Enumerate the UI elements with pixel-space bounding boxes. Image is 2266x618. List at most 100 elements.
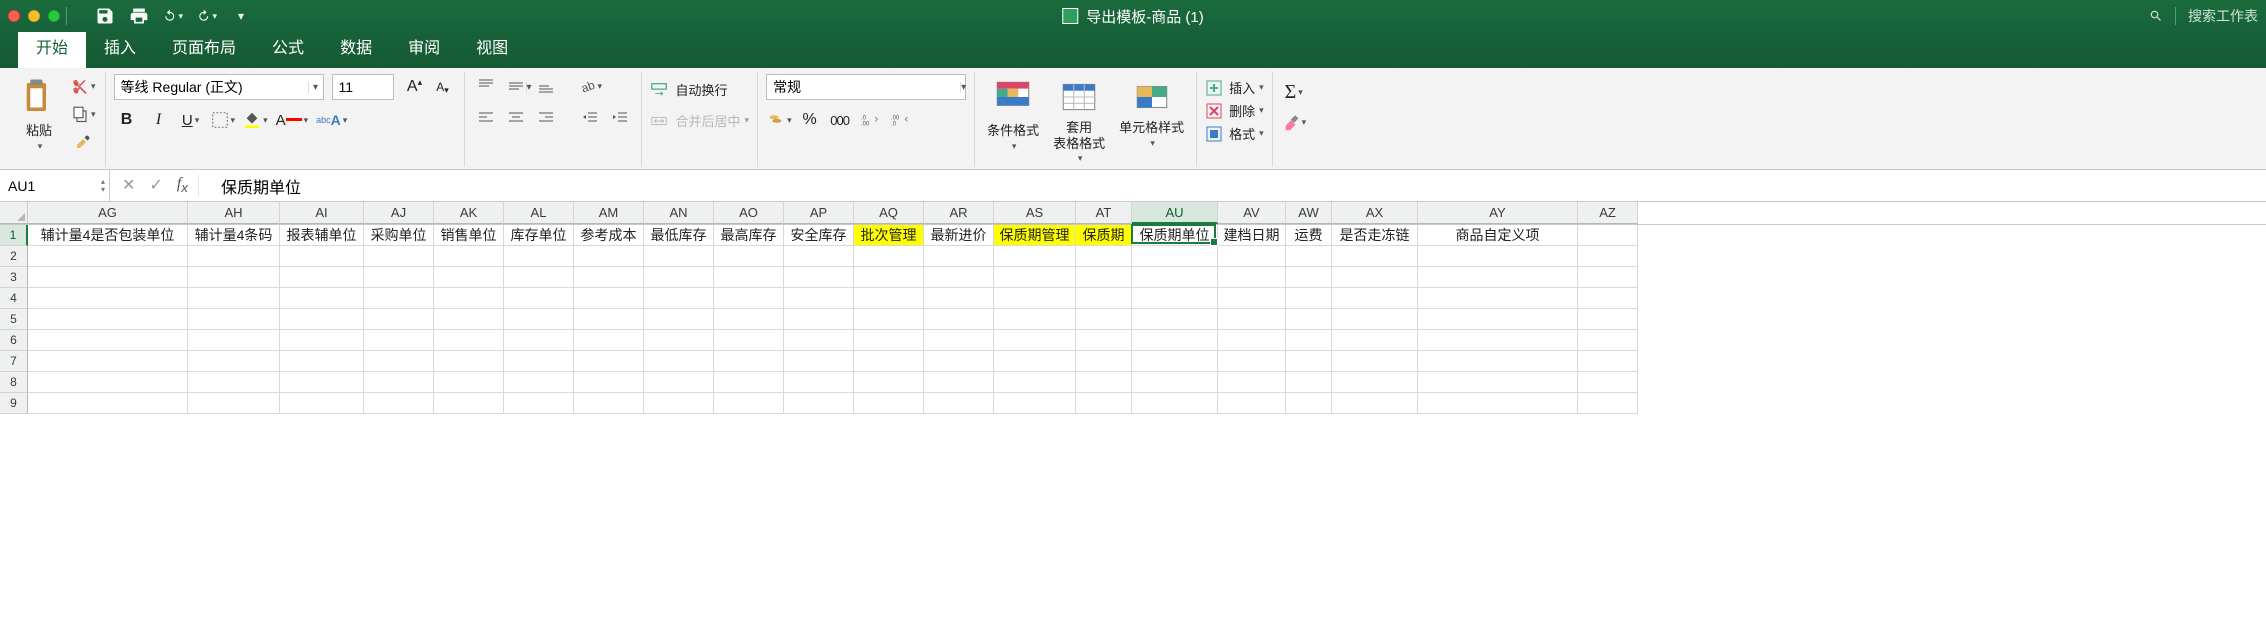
namebox-down[interactable]: ▾ (101, 186, 105, 194)
cell-AU2[interactable] (1132, 246, 1218, 267)
cell-AS1[interactable]: 保质期管理 (994, 225, 1076, 246)
cell-AI1[interactable]: 报表辅单位 (280, 225, 364, 246)
chevron-down-icon[interactable]: ▾ (960, 82, 966, 93)
search-field[interactable]: 搜索工作表 (2149, 6, 2258, 26)
row-header-8[interactable]: 8 (0, 372, 28, 393)
increase-font-button[interactable]: A▴ (402, 75, 428, 99)
cell-AY5[interactable] (1418, 309, 1578, 330)
cell-AG1[interactable]: 辅计量4是否包装单位 (28, 225, 188, 246)
cell-AS6[interactable] (994, 330, 1076, 351)
cell-AY9[interactable] (1418, 393, 1578, 414)
format-as-table-button[interactable]: 套用 表格格式▾ (1049, 74, 1109, 166)
column-header-AW[interactable]: AW (1286, 202, 1332, 224)
cell-AK2[interactable] (434, 246, 504, 267)
decrease-indent-button[interactable] (577, 106, 603, 130)
cell-AQ6[interactable] (854, 330, 924, 351)
cell-AI4[interactable] (280, 288, 364, 309)
cell-AY3[interactable] (1418, 267, 1578, 288)
cell-AK8[interactable] (434, 372, 504, 393)
paste-button[interactable]: 粘贴 ▾ (14, 74, 64, 154)
spreadsheet-grid[interactable]: 123456789 辅计量4是否包装单位辅计量4条码报表辅单位采购单位销售单位库… (0, 225, 2266, 414)
cell-AP7[interactable] (784, 351, 854, 372)
cut-button[interactable]: ▾ (70, 74, 97, 98)
cell-AQ9[interactable] (854, 393, 924, 414)
cell-AK1[interactable]: 销售单位 (434, 225, 504, 246)
cell-AX7[interactable] (1332, 351, 1418, 372)
cell-AH1[interactable]: 辅计量4条码 (188, 225, 280, 246)
cell-AW5[interactable] (1286, 309, 1332, 330)
cell-AG6[interactable] (28, 330, 188, 351)
tab-公式[interactable]: 公式 (254, 26, 322, 68)
cell-AI5[interactable] (280, 309, 364, 330)
chevron-down-icon[interactable]: ▾ (308, 82, 323, 93)
cell-AU5[interactable] (1132, 309, 1218, 330)
cell-AH7[interactable] (188, 351, 280, 372)
select-all-corner[interactable] (0, 202, 28, 224)
cell-AZ3[interactable] (1578, 267, 1638, 288)
cell-AR9[interactable] (924, 393, 994, 414)
borders-button[interactable]: ▾ (210, 108, 237, 132)
cell-AH2[interactable] (188, 246, 280, 267)
delete-cells-button[interactable]: 删除▾ (1205, 101, 1264, 120)
tab-插入[interactable]: 插入 (86, 26, 154, 68)
cell-AI2[interactable] (280, 246, 364, 267)
align-middle-button[interactable] (503, 74, 529, 98)
cell-AX8[interactable] (1332, 372, 1418, 393)
cell-AW3[interactable] (1286, 267, 1332, 288)
clear-button[interactable]: ▾ (1281, 110, 1308, 134)
autosum-button[interactable]: Σ▾ (1281, 80, 1307, 104)
cell-AP6[interactable] (784, 330, 854, 351)
cell-AL3[interactable] (504, 267, 574, 288)
percent-button[interactable]: % (797, 108, 823, 132)
cell-AV4[interactable] (1218, 288, 1286, 309)
cell-AM3[interactable] (574, 267, 644, 288)
cell-AJ3[interactable] (364, 267, 434, 288)
cell-AN5[interactable] (644, 309, 714, 330)
align-left-button[interactable] (473, 106, 499, 130)
cell-AP4[interactable] (784, 288, 854, 309)
cell-AJ9[interactable] (364, 393, 434, 414)
row-header-3[interactable]: 3 (0, 267, 28, 288)
cell-AP9[interactable] (784, 393, 854, 414)
decrease-font-button[interactable]: A▾ (430, 75, 456, 99)
cell-AW6[interactable] (1286, 330, 1332, 351)
cell-AS8[interactable] (994, 372, 1076, 393)
cell-AW4[interactable] (1286, 288, 1332, 309)
cell-AK7[interactable] (434, 351, 504, 372)
cell-AQ5[interactable] (854, 309, 924, 330)
cell-AV7[interactable] (1218, 351, 1286, 372)
cell-AT9[interactable] (1076, 393, 1132, 414)
cell-AQ3[interactable] (854, 267, 924, 288)
cell-AJ2[interactable] (364, 246, 434, 267)
increase-decimal-button[interactable]: .0.00 (857, 108, 883, 132)
column-header-AX[interactable]: AX (1332, 202, 1418, 224)
cell-AL8[interactable] (504, 372, 574, 393)
cell-AK6[interactable] (434, 330, 504, 351)
cell-AI8[interactable] (280, 372, 364, 393)
cell-AZ7[interactable] (1578, 351, 1638, 372)
align-top-button[interactable] (473, 74, 499, 98)
cell-AW2[interactable] (1286, 246, 1332, 267)
close-window-button[interactable] (8, 10, 20, 22)
formula-input[interactable] (211, 177, 2266, 195)
font-name-combo[interactable]: ▾ (114, 74, 324, 100)
cell-AJ4[interactable] (364, 288, 434, 309)
column-header-AK[interactable]: AK (434, 202, 504, 224)
align-center-button[interactable] (503, 106, 529, 130)
cell-AU3[interactable] (1132, 267, 1218, 288)
row-header-5[interactable]: 5 (0, 309, 28, 330)
cell-AG4[interactable] (28, 288, 188, 309)
cell-AX6[interactable] (1332, 330, 1418, 351)
cell-AT7[interactable] (1076, 351, 1132, 372)
cell-AT2[interactable] (1076, 246, 1132, 267)
cell-AG8[interactable] (28, 372, 188, 393)
tab-数据[interactable]: 数据 (322, 26, 390, 68)
cell-AY1[interactable]: 商品自定义项 (1418, 225, 1578, 246)
cell-AW1[interactable]: 运费 (1286, 225, 1332, 246)
cell-AZ9[interactable] (1578, 393, 1638, 414)
cell-AI7[interactable] (280, 351, 364, 372)
cell-AZ4[interactable] (1578, 288, 1638, 309)
cell-AG7[interactable] (28, 351, 188, 372)
cell-AS9[interactable] (994, 393, 1076, 414)
cell-styles-button[interactable]: 单元格样式▾ (1115, 74, 1188, 151)
